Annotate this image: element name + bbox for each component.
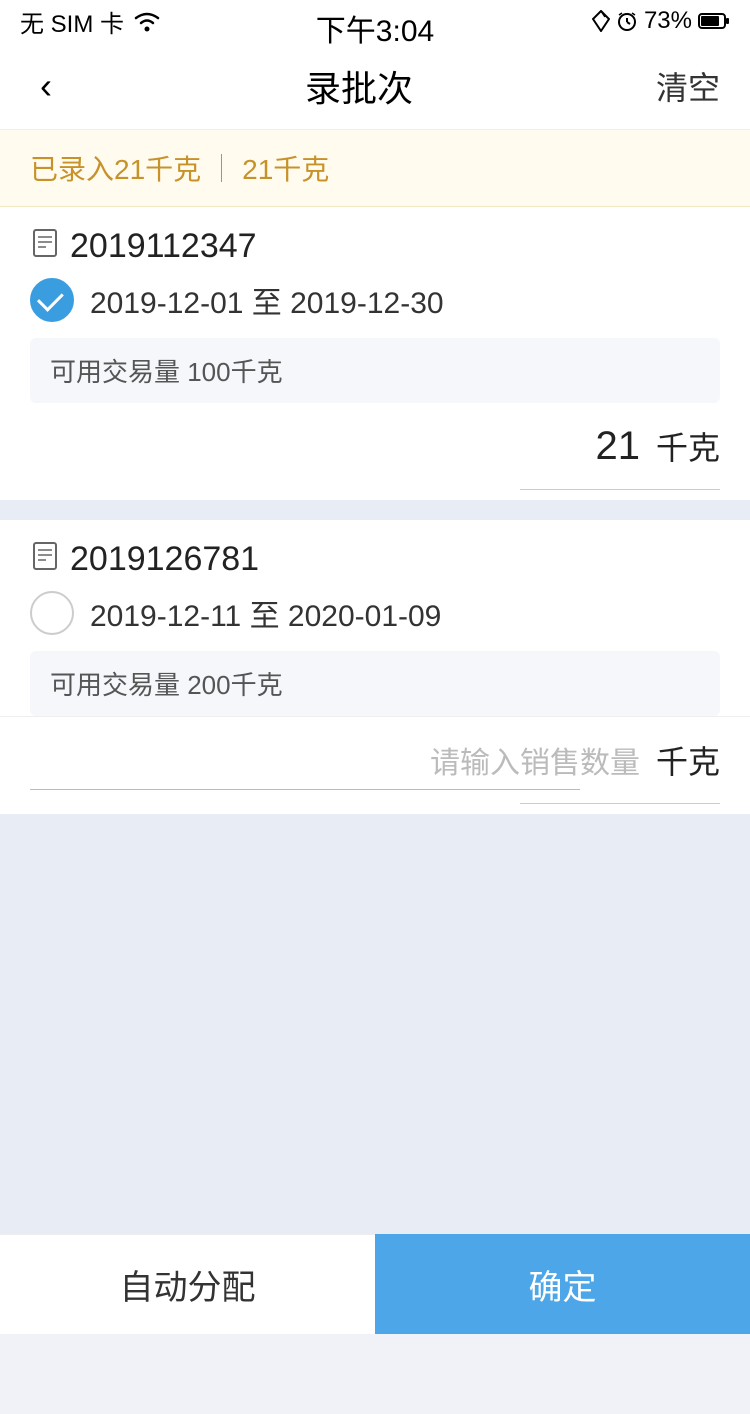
location-icon (592, 10, 610, 32)
batch-radio-1[interactable] (30, 278, 74, 322)
input-row-2: 请输入销售数量 千克 (0, 716, 750, 803)
wifi-icon (132, 10, 162, 32)
auto-distribute-button[interactable]: 自动分配 (0, 1234, 375, 1334)
amount-row-wrapper-1: 21 千克 (0, 403, 750, 500)
amount-underline-2 (520, 803, 720, 804)
input-underline-2 (30, 789, 580, 790)
input-unit-2: 千克 (656, 737, 720, 783)
section-divider-1 (0, 500, 750, 520)
batch-qty-box-2: 可用交易量 200千克 (30, 651, 720, 716)
amount-underline-1 (520, 489, 720, 490)
batch-qty-text-1: 可用交易量 100千克 (50, 357, 283, 387)
amount-number-1: 21 (595, 424, 640, 469)
amount-unit-1: 千克 (656, 423, 720, 469)
batch-id-1: 2019112347 (70, 227, 257, 266)
info-divider (221, 154, 222, 182)
status-bar: 无 SIM 卡 下午3:04 73% (0, 0, 750, 42)
amount-row-1: 21 千克 (0, 403, 750, 489)
batch-card-1: 2019112347 2019-12-01 至 2019-12-30 可用交易量… (0, 207, 750, 500)
batch-doc-icon-2 (30, 541, 60, 579)
status-right: 73% (592, 7, 730, 35)
amount-row-wrapper-2: 请输入销售数量 千克 (0, 716, 750, 814)
batch-id-2: 2019126781 (70, 540, 259, 579)
alarm-icon (616, 10, 638, 32)
nav-bar: ‹ 录批次 清空 (0, 42, 750, 130)
input-field-wrapper-2: 请输入销售数量 (30, 738, 640, 782)
info-banner: 已录入21千克 21千克 (0, 130, 750, 207)
carrier-text: 无 SIM 卡 (20, 4, 124, 39)
clear-button[interactable]: 清空 (656, 63, 720, 109)
page-title: 录批次 (305, 60, 413, 112)
batch-date-2: 2019-12-11 至 2020-01-09 (90, 591, 441, 635)
recorded-label: 已录入21千克 (30, 148, 201, 188)
recorded-value: 21千克 (242, 148, 329, 188)
batch-id-row-1: 2019112347 (30, 227, 720, 266)
input-placeholder-2: 请输入销售数量 (430, 738, 640, 782)
batch-id-row-2: 2019126781 (30, 540, 720, 579)
batch-date-row-2[interactable]: 2019-12-11 至 2020-01-09 (30, 591, 720, 635)
batch-doc-icon-1 (30, 228, 60, 266)
battery-text: 73% (644, 7, 692, 35)
batch-qty-box-1: 可用交易量 100千克 (30, 338, 720, 403)
confirm-button[interactable]: 确定 (375, 1234, 750, 1334)
batch-date-1: 2019-12-01 至 2019-12-30 (90, 278, 444, 322)
status-time: 下午3:04 (316, 6, 434, 50)
bottom-bar: 自动分配 确定 (0, 1234, 750, 1334)
back-button[interactable]: ‹ (30, 55, 62, 117)
batch-qty-text-2: 可用交易量 200千克 (50, 670, 283, 700)
batch-card-2: 2019126781 2019-12-11 至 2020-01-09 可用交易量… (0, 520, 750, 814)
battery-icon (698, 12, 730, 30)
batch-radio-2[interactable] (30, 591, 74, 635)
status-left: 无 SIM 卡 (20, 4, 162, 39)
batch-date-row-1[interactable]: 2019-12-01 至 2019-12-30 (30, 278, 720, 322)
